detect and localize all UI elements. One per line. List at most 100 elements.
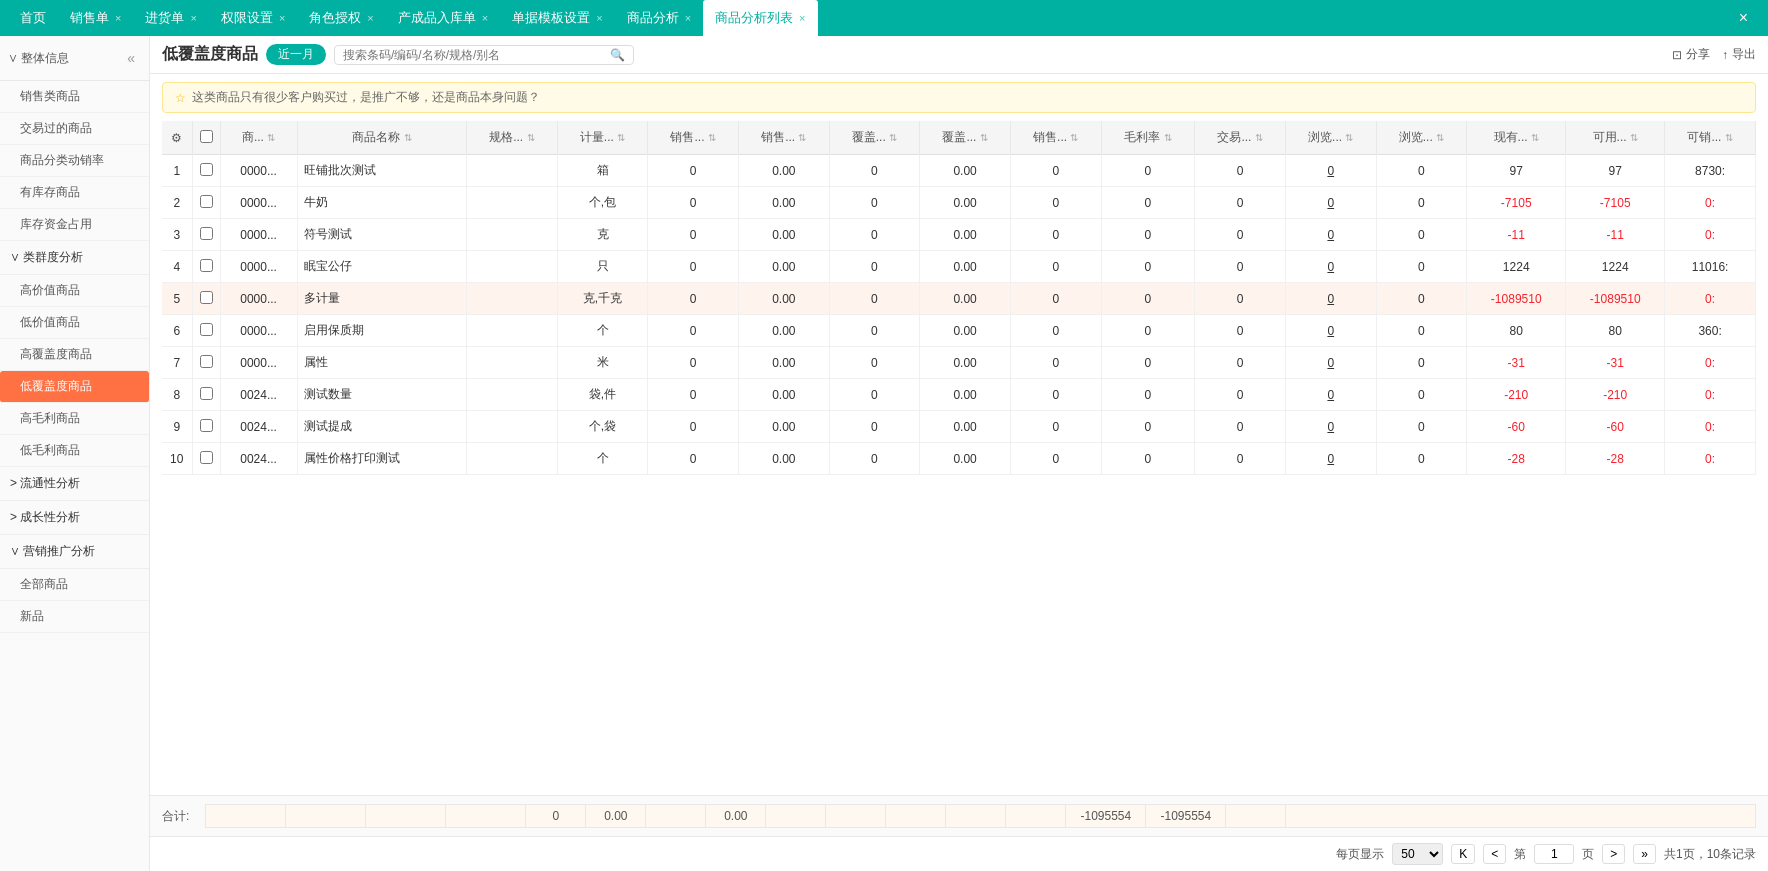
sidebar-item-low-value[interactable]: 低价值商品 — [0, 307, 149, 339]
nav-close-icon[interactable]: × — [482, 12, 488, 24]
nav-home[interactable]: 首页 — [8, 0, 58, 36]
sidebar-collapse-button[interactable]: « — [121, 42, 141, 74]
row-view1[interactable]: 0 — [1285, 155, 1376, 187]
col-checkbox[interactable] — [192, 121, 220, 155]
row-select-checkbox[interactable] — [200, 355, 213, 368]
nav-close-icon[interactable]: × — [367, 12, 373, 24]
sidebar-section-marketing[interactable]: ∨ 营销推广分析 — [0, 535, 149, 569]
sidebar-item-traded-goods[interactable]: 交易过的商品 — [0, 113, 149, 145]
row-select-checkbox[interactable] — [200, 291, 213, 304]
row-view1[interactable]: 0 — [1285, 347, 1376, 379]
col-sales-qty[interactable]: 销售... ⇅ — [648, 121, 739, 155]
row-name: 启用保质期 — [297, 315, 466, 347]
col-available-stock[interactable]: 可用... ⇅ — [1566, 121, 1665, 155]
sidebar-section-liquidity[interactable]: > 流通性分析 — [0, 467, 149, 501]
row-view1[interactable]: 0 — [1285, 219, 1376, 251]
sidebar-item-low-coverage[interactable]: 低覆盖度商品 — [0, 371, 149, 403]
col-name[interactable]: 商品名称 ⇅ — [297, 121, 466, 155]
nav-permission[interactable]: 权限设置 × — [209, 0, 297, 36]
page-size-select[interactable]: 50 20 100 — [1392, 843, 1443, 865]
sidebar-item-high-value[interactable]: 高价值商品 — [0, 275, 149, 307]
col-unit[interactable]: 计量... ⇅ — [557, 121, 648, 155]
search-input[interactable] — [343, 48, 610, 62]
row-view1[interactable]: 0 — [1285, 315, 1376, 347]
nav-product-analysis-list[interactable]: 商品分析列表 × — [703, 0, 817, 36]
col-view2[interactable]: 浏览... ⇅ — [1376, 121, 1467, 155]
col-spec[interactable]: 规格... ⇅ — [467, 121, 558, 155]
nav-close-icon[interactable]: × — [279, 12, 285, 24]
row-checkbox[interactable] — [192, 283, 220, 315]
sidebar-section-cluster[interactable]: ∨ 类群度分析 — [0, 241, 149, 275]
col-view1[interactable]: 浏览... ⇅ — [1285, 121, 1376, 155]
row-checkbox[interactable] — [192, 187, 220, 219]
time-filter-button[interactable]: 近一月 — [266, 44, 326, 65]
sidebar-item-in-stock[interactable]: 有库存商品 — [0, 177, 149, 209]
nav-close-icon[interactable]: × — [685, 12, 691, 24]
row-select-checkbox[interactable] — [200, 323, 213, 336]
nav-product-warehouse[interactable]: 产成品入库单 × — [386, 0, 500, 36]
nav-close-icon[interactable]: × — [799, 12, 805, 24]
sidebar-item-low-margin[interactable]: 低毛利商品 — [0, 435, 149, 467]
row-unit: 袋,件 — [557, 379, 648, 411]
row-checkbox[interactable] — [192, 443, 220, 475]
row-select-checkbox[interactable] — [200, 163, 213, 176]
page-number-input[interactable] — [1534, 844, 1574, 864]
row-checkbox[interactable] — [192, 219, 220, 251]
row-select-checkbox[interactable] — [200, 419, 213, 432]
row-checkbox[interactable] — [192, 411, 220, 443]
col-gross-margin[interactable]: 毛利率 ⇅ — [1101, 121, 1195, 155]
top-navigation: 首页 销售单 × 进货单 × 权限设置 × 角色授权 × 产成品入库单 × 单据… — [0, 0, 1768, 36]
last-page-button[interactable]: » — [1633, 844, 1656, 864]
row-checkbox[interactable] — [192, 347, 220, 379]
sidebar-item-high-margin[interactable]: 高毛利商品 — [0, 403, 149, 435]
row-sellable: 0: — [1665, 187, 1756, 219]
col-cover1[interactable]: 覆盖... ⇅ — [829, 121, 920, 155]
nav-template-settings[interactable]: 单据模板设置 × — [500, 0, 614, 36]
nav-close-icon[interactable]: × — [190, 12, 196, 24]
sidebar-section-growth[interactable]: > 成长性分析 — [0, 501, 149, 535]
col-sellable[interactable]: 可销... ⇅ — [1665, 121, 1756, 155]
sidebar-item-stock-funds[interactable]: 库存资金占用 — [0, 209, 149, 241]
first-page-button[interactable]: K — [1451, 844, 1475, 864]
col-current-stock[interactable]: 现有... ⇅ — [1467, 121, 1566, 155]
nav-close-icon[interactable]: × — [596, 12, 602, 24]
row-select-checkbox[interactable] — [200, 259, 213, 272]
nav-purchase-order[interactable]: 进货单 × — [133, 0, 208, 36]
sidebar-item-new-goods[interactable]: 新品 — [0, 601, 149, 633]
sidebar-item-category-turnover[interactable]: 商品分类动销率 — [0, 145, 149, 177]
row-select-checkbox[interactable] — [200, 195, 213, 208]
row-view1[interactable]: 0 — [1285, 187, 1376, 219]
row-current-stock: 1224 — [1467, 251, 1566, 283]
select-all-checkbox[interactable] — [200, 130, 213, 143]
col-settings[interactable]: ⚙ — [162, 121, 192, 155]
row-view1[interactable]: 0 — [1285, 283, 1376, 315]
prev-page-button[interactable]: < — [1483, 844, 1506, 864]
nav-close-icon[interactable]: × — [115, 12, 121, 24]
row-select-checkbox[interactable] — [200, 451, 213, 464]
row-checkbox[interactable] — [192, 155, 220, 187]
col-cover2[interactable]: 覆盖... ⇅ — [920, 121, 1011, 155]
nav-product-analysis[interactable]: 商品分析 × — [615, 0, 703, 36]
col-sales3[interactable]: 销售... ⇅ — [1010, 121, 1101, 155]
row-view1[interactable]: 0 — [1285, 411, 1376, 443]
export-button[interactable]: ↑ 导出 — [1722, 46, 1756, 63]
col-trade[interactable]: 交易... ⇅ — [1195, 121, 1286, 155]
row-select-checkbox[interactable] — [200, 387, 213, 400]
sidebar-item-all-goods[interactable]: 全部商品 — [0, 569, 149, 601]
col-sales-amt[interactable]: 销售... ⇅ — [738, 121, 829, 155]
row-view1[interactable]: 0 — [1285, 443, 1376, 475]
row-select-checkbox[interactable] — [200, 227, 213, 240]
next-page-button[interactable]: > — [1602, 844, 1625, 864]
row-checkbox[interactable] — [192, 379, 220, 411]
row-checkbox[interactable] — [192, 315, 220, 347]
share-button[interactable]: ⊡ 分享 — [1672, 46, 1710, 63]
col-code[interactable]: 商... ⇅ — [220, 121, 297, 155]
window-close-button[interactable]: × — [1727, 9, 1760, 27]
nav-sales-order[interactable]: 销售单 × — [58, 0, 133, 36]
row-checkbox[interactable] — [192, 251, 220, 283]
row-view1[interactable]: 0 — [1285, 379, 1376, 411]
sidebar-item-high-coverage[interactable]: 高覆盖度商品 — [0, 339, 149, 371]
nav-role-auth[interactable]: 角色授权 × — [297, 0, 385, 36]
sidebar-item-sales-goods[interactable]: 销售类商品 — [0, 81, 149, 113]
row-view1[interactable]: 0 — [1285, 251, 1376, 283]
